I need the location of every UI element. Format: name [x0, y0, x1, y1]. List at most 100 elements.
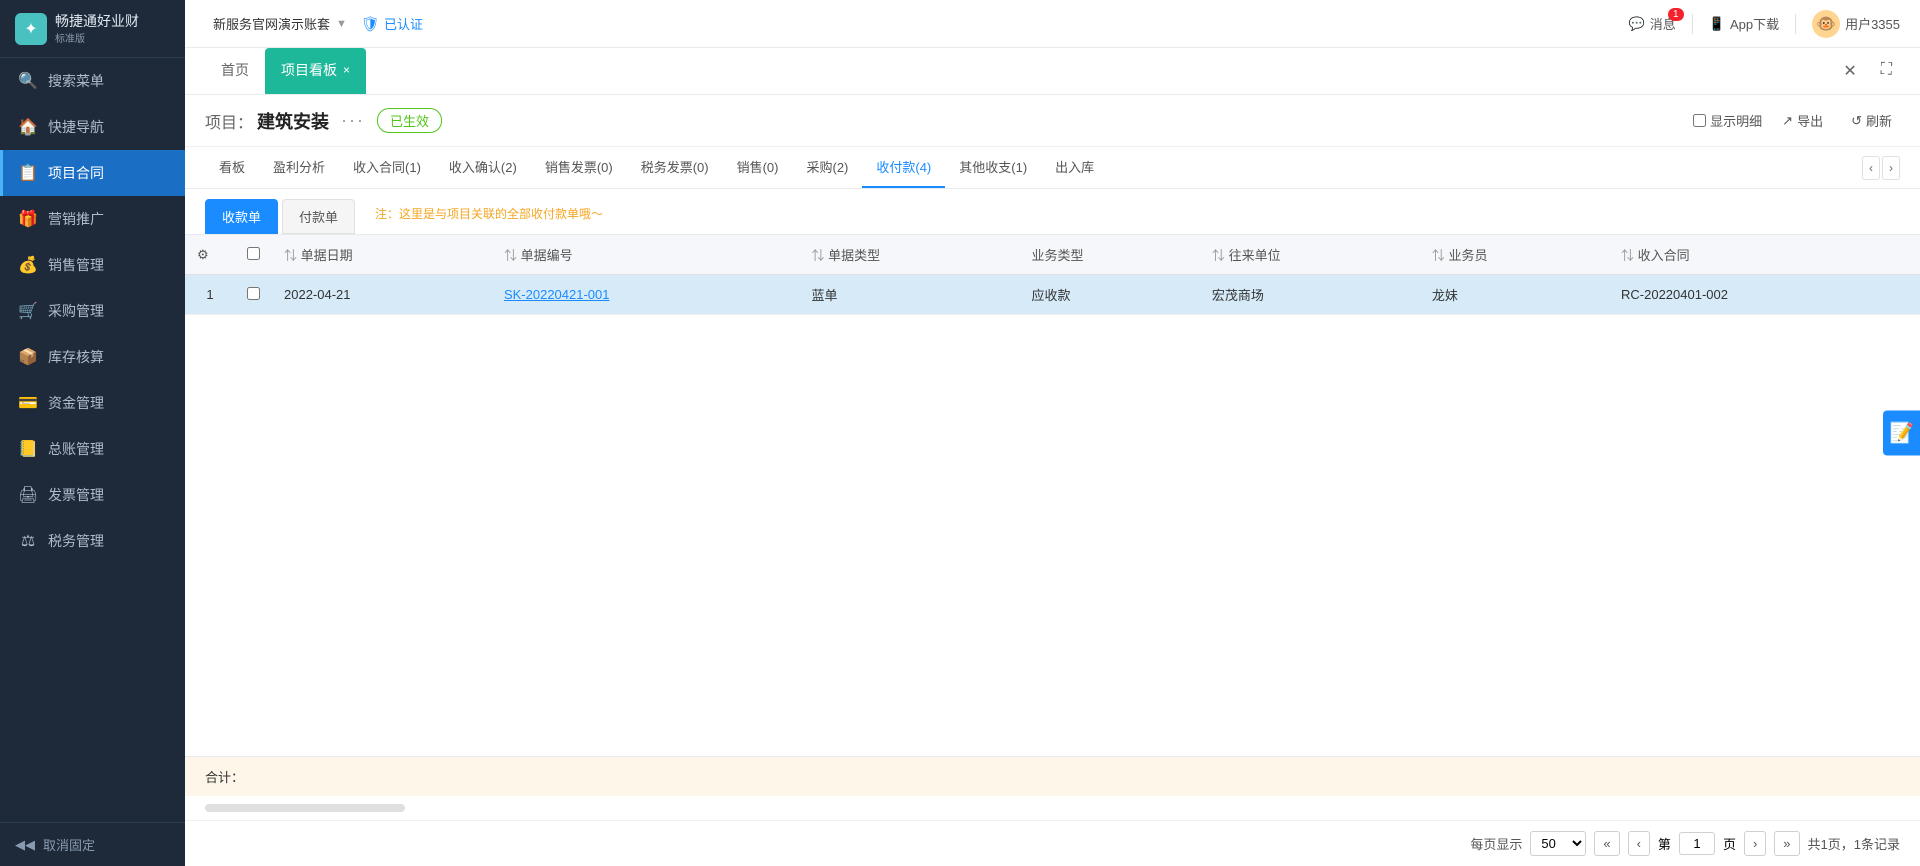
sidebar-label-marketing: 营销推广 — [48, 209, 104, 229]
per-page-select[interactable]: 50 100 — [1530, 831, 1586, 856]
sidebar-item-search[interactable]: 🔍搜索菜单 — [0, 58, 185, 104]
more-button[interactable]: ··· — [341, 110, 365, 131]
table-body: 1 2022-04-21 SK-20220421-001 蓝单 应收款 宏茂商场… — [185, 275, 1920, 315]
page-input[interactable] — [1679, 832, 1715, 855]
sidebar-icon-quicknav: 🏠 — [18, 117, 38, 137]
page-content: 项目：建筑安装 ··· 已生效 显示明细 ↗ 导出 ↺ 刷新 — [185, 95, 1920, 866]
settings-icon[interactable]: ⚙ — [197, 247, 209, 262]
sidebar-label-tax: 税务管理 — [48, 531, 104, 551]
table-head: ⚙ ⇅ 单据日期 ⇅ 单据编号 — [185, 235, 1920, 275]
page-first-button[interactable]: « — [1594, 831, 1619, 856]
th-code-label: 单据编号 — [521, 248, 573, 263]
sidebar-item-purchase[interactable]: 🛒采购管理 — [0, 288, 185, 334]
account-selector[interactable]: 新服务官网演示账套 ▼ — [205, 10, 355, 37]
sub-tab-purchase[interactable]: 采购(2) — [792, 147, 862, 188]
sub-tab-other_expense[interactable]: 其他收支(1) — [945, 147, 1041, 188]
sub-tab-receipt[interactable]: 收付款(4) — [862, 147, 945, 188]
sidebar-item-sales[interactable]: 💰销售管理 — [0, 242, 185, 288]
sub-tab-next[interactable]: › — [1882, 156, 1900, 180]
select-all-checkbox[interactable] — [247, 247, 260, 260]
show-detail-input[interactable] — [1693, 114, 1706, 127]
close-icon[interactable]: ✕ — [1835, 55, 1864, 87]
messages-button[interactable]: 💬 消息 1 — [1629, 14, 1676, 33]
refresh-button[interactable]: ↺ 刷新 — [1843, 107, 1900, 134]
message-icon: 💬 — [1629, 16, 1645, 32]
cell-check — [235, 275, 272, 315]
sub-tab-kanban[interactable]: 看板 — [205, 147, 259, 188]
sub-tab-profit[interactable]: 盈利分析 — [259, 147, 339, 188]
sidebar-icon-contract: 📋 — [18, 163, 38, 183]
th-settings: ⚙ — [185, 235, 235, 275]
app-download-button[interactable]: 📱 App下载 — [1709, 14, 1779, 33]
scrollbar-row — [185, 796, 1920, 820]
sidebar-item-tax[interactable]: ⚖ 税务管理 — [0, 518, 185, 564]
fake-scrollbar[interactable] — [205, 804, 405, 812]
th-date: ⇅ 单据日期 — [272, 235, 492, 275]
sub-tab-sales[interactable]: 销售(0) — [723, 147, 793, 188]
verified-badge: 🛡 已认证 — [361, 14, 423, 33]
sidebar-footer-pin[interactable]: ◀◀ 取消固定 — [0, 822, 185, 866]
project-name: 建筑安装 — [257, 112, 329, 132]
sub-tab-nav: ‹ › — [1862, 156, 1900, 180]
user-label: 用户3355 — [1845, 14, 1900, 33]
code-link[interactable]: SK-20220421-001 — [504, 287, 610, 302]
cell-code: SK-20220421-001 — [492, 275, 800, 315]
payment-tab-label: 付款单 — [299, 210, 338, 225]
chevron-down-icon: ▼ — [336, 18, 347, 30]
sidebar-icon-finance: 💳 — [18, 393, 38, 413]
th-biz-type-label: 业务类型 — [1031, 248, 1083, 263]
sidebar-menu: 🔍搜索菜单🏠快捷导航📋项目合同🎁营销推广💰销售管理🛒采购管理📦库存核算 💳 资金管理… — [0, 58, 185, 822]
sub-tab-warehouse[interactable]: 出入库 — [1041, 147, 1108, 188]
sidebar-item-contract[interactable]: 📋项目合同 — [0, 150, 185, 196]
sidebar-item-ledger[interactable]: 📒总账管理 — [0, 426, 185, 472]
receipt-tab[interactable]: 收款单 — [205, 199, 278, 234]
sub-tab-tax_invoice[interactable]: 税务发票(0) — [627, 147, 723, 188]
export-button[interactable]: ↗ 导出 — [1774, 107, 1831, 134]
feedback-icon: 📝 — [1889, 423, 1914, 445]
page-next-button[interactable]: › — [1744, 831, 1766, 856]
inner-tab-note: 注：这里是与项目关联的全部收付款单哦～ — [375, 205, 603, 229]
sidebar-item-invoice[interactable]: 🖨发票管理 — [0, 472, 185, 518]
app-download-label: App下载 — [1730, 14, 1779, 33]
user-button[interactable]: 🐵 用户3355 — [1812, 10, 1900, 38]
sidebar: ✦ 畅捷通好业财 标准版 🔍搜索菜单🏠快捷导航📋项目合同🎁营销推广💰销售管理🛒采… — [0, 0, 185, 866]
tab-home[interactable]: 首页 — [205, 48, 265, 94]
tab-kanban-label: 项目看板 — [281, 60, 337, 80]
th-code: ⇅ 单据编号 — [492, 235, 800, 275]
table-row: 1 2022-04-21 SK-20220421-001 蓝单 应收款 宏茂商场… — [185, 275, 1920, 315]
topbar-left: 新服务官网演示账套 ▼ 🛡 已认证 — [205, 10, 1617, 37]
payment-tab[interactable]: 付款单 — [282, 199, 355, 234]
topbar: 新服务官网演示账套 ▼ 🛡 已认证 💬 消息 1 📱 App下载 🐵 用 — [185, 0, 1920, 48]
sidebar-item-finance[interactable]: 💳 资金管理 — [0, 380, 185, 426]
sidebar-label-ledger: 总账管理 — [48, 439, 104, 459]
sidebar-item-quicknav[interactable]: 🏠快捷导航 — [0, 104, 185, 150]
phone-icon: 📱 — [1709, 16, 1725, 32]
sort-icon2: ⇅ — [504, 248, 517, 263]
feedback-button[interactable]: 📝 — [1883, 411, 1920, 456]
refresh-icon: ↺ — [1851, 113, 1862, 129]
sidebar-item-inventory[interactable]: 📦库存核算 — [0, 334, 185, 380]
sub-tab-income_confirm[interactable]: 收入确认(2) — [435, 147, 531, 188]
sub-tab-income_contract[interactable]: 收入合同(1) — [339, 147, 435, 188]
cell-salesperson: 龙妹 — [1420, 275, 1609, 315]
page-prev-button[interactable]: ‹ — [1628, 831, 1650, 856]
page-last-button[interactable]: » — [1774, 831, 1799, 856]
tabs-actions: ✕ ⛶ — [1835, 55, 1900, 87]
tab-kanban[interactable]: 项目看板 × — [265, 48, 366, 94]
sidebar-item-marketing[interactable]: 🎁营销推广 — [0, 196, 185, 242]
show-detail-checkbox[interactable]: 显示明细 — [1693, 111, 1762, 130]
fullscreen-icon[interactable]: ⛶ — [1873, 55, 1900, 87]
sidebar-icon-tax: ⚖ — [18, 531, 38, 551]
unpin-icon: ◀◀ — [15, 837, 35, 853]
tab-close-icon[interactable]: × — [343, 63, 350, 77]
receipt-tab-label: 收款单 — [222, 210, 261, 225]
avatar: 🐵 — [1812, 10, 1840, 38]
tab-home-label: 首页 — [221, 60, 249, 80]
sidebar-icon-purchase: 🛒 — [18, 301, 38, 321]
row-checkbox-0[interactable] — [247, 287, 260, 300]
show-detail-label: 显示明细 — [1710, 111, 1762, 130]
sub-tab-sales_invoice[interactable]: 销售发票(0) — [531, 147, 627, 188]
header-actions: 显示明细 ↗ 导出 ↺ 刷新 — [1693, 107, 1900, 134]
sidebar-label-finance: 资金管理 — [48, 393, 104, 413]
sub-tab-prev[interactable]: ‹ — [1862, 156, 1880, 180]
